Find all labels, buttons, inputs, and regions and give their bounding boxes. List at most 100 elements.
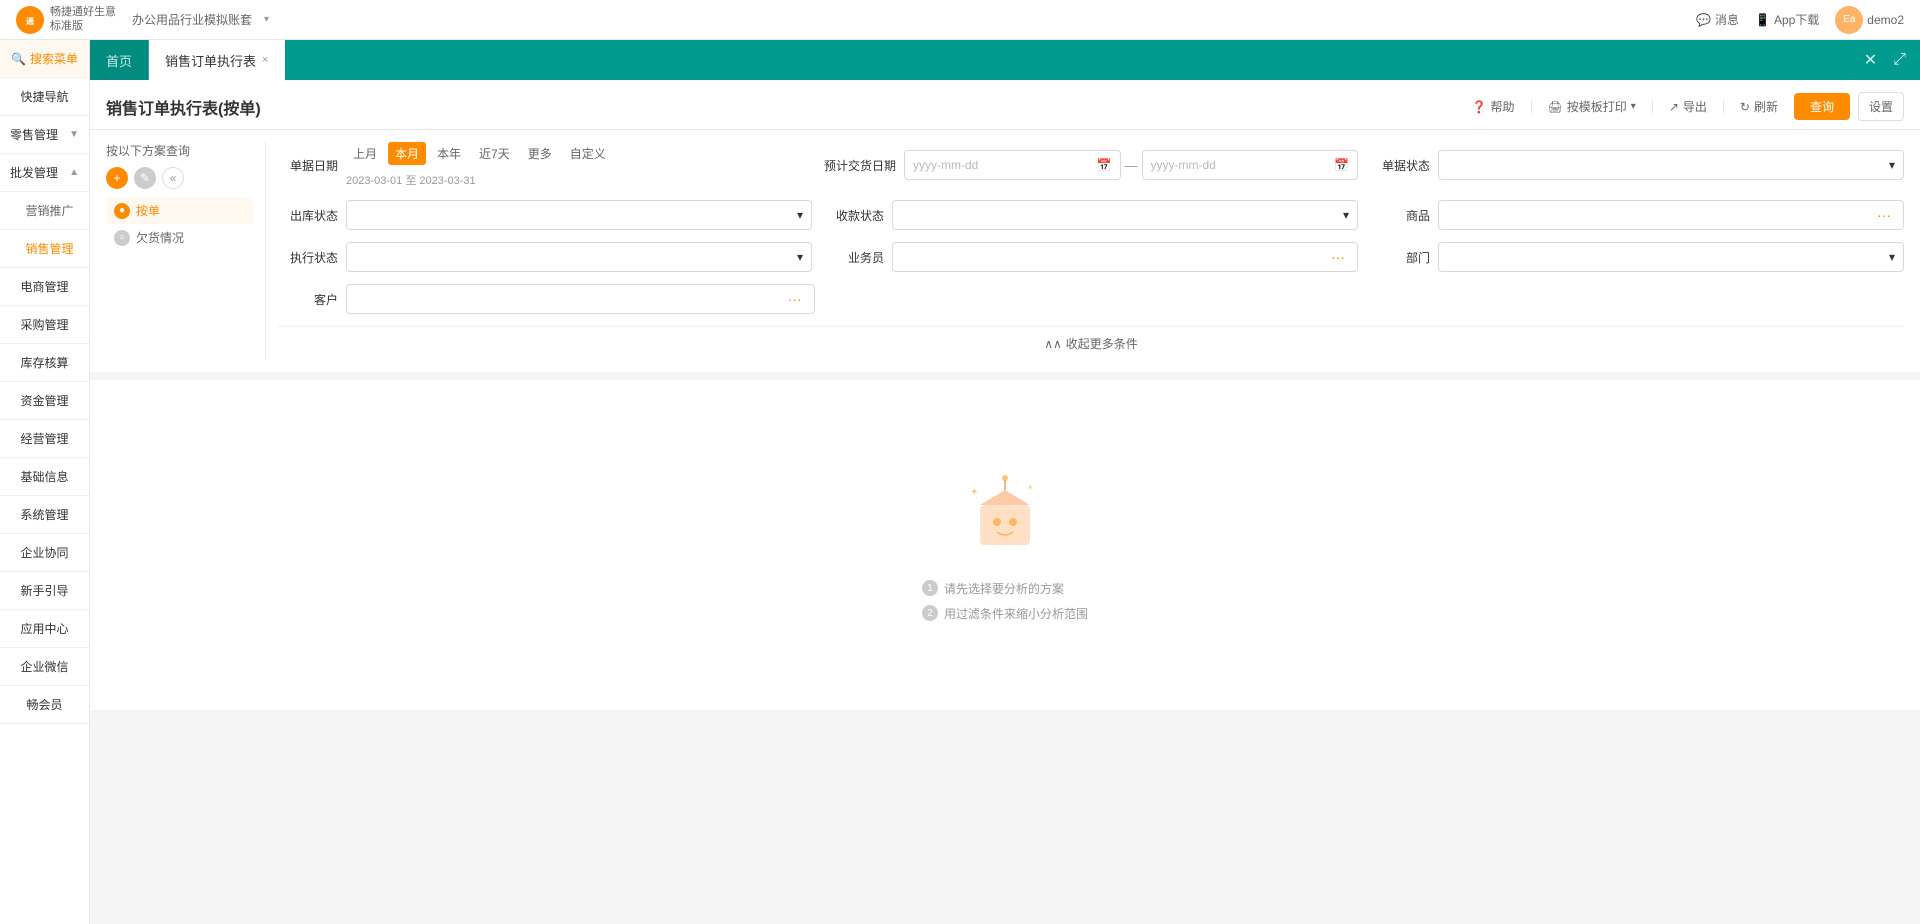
delivery-status-field: 出库状态 ▾ [278,200,812,230]
print-dropdown-icon: ▾ [1631,101,1636,112]
payment-status-field: 收款状态 ▾ [824,200,1358,230]
document-status-field: 单据状态 ▾ [1370,150,1904,180]
sidebar-item-enterprise[interactable]: 企业协同 [0,534,89,572]
department-label: 部门 [1370,249,1430,266]
payment-status-select[interactable]: ▾ [892,200,1358,230]
sidebar-item-retail[interactable]: 零售管理 ▼ [0,116,89,154]
department-field: 部门 ▾ [1370,242,1904,272]
sidebar-item-basic-info[interactable]: 基础信息 [0,458,89,496]
date-btn-last-month[interactable]: 上月 [346,142,384,165]
sidebar-item-quick-nav[interactable]: 快捷导航 [0,78,89,116]
document-status-select[interactable]: ▾ [1438,150,1904,180]
chevron-up-icon: ▲ [69,167,79,178]
date-range-text: 2023-03-01 至 2023-03-31 [346,172,812,188]
expected-date-field: 预计交货日期 yyyy-mm-dd 📅 — yyyy-mm-dd [824,150,1358,180]
tab-sales-order[interactable]: 销售订单执行表 × [149,40,285,80]
expected-date-start[interactable]: yyyy-mm-dd 📅 [904,150,1121,180]
help-button[interactable]: ❓ 帮助 [1464,94,1523,119]
tab-bar-actions: ✕ ⤢ [1850,46,1920,74]
sidebar-item-wechat[interactable]: 企业微信 [0,648,89,686]
top-header: 通 畅捷通好生意 标准版 办公用品行业模拟账套 ▾ 💬 消息 📱 App下载 E… [0,0,1920,40]
query-button[interactable]: 查询 [1794,93,1850,120]
header-left: 通 畅捷通好生意 标准版 办公用品行业模拟账套 ▾ [16,6,269,34]
collapse-sidebar-button[interactable]: « [162,167,184,189]
filter-form: 单据日期 上月 本月 本年 近7天 更多 自定义 [278,142,1904,360]
customer-more-icon[interactable]: ··· [784,291,806,307]
tab-home[interactable]: 首页 [90,40,149,80]
sidebar-item-system[interactable]: 系统管理 [0,496,89,534]
scheme-option-shortage[interactable]: ○ 欠货情况 [106,224,253,251]
sidebar-item-finance[interactable]: 资金管理 [0,382,89,420]
message-action[interactable]: 💬 消息 [1696,11,1739,28]
salesperson-label: 业务员 [824,249,884,266]
window-maximize-icon[interactable]: ⤢ [1889,47,1910,73]
product-more-icon[interactable]: ··· [1873,207,1895,223]
svg-text:通: 通 [26,16,34,26]
user-action[interactable]: Ea demo2 [1835,6,1904,34]
divider2 [1652,100,1653,114]
sidebar-item-ecommerce[interactable]: 电商管理 [0,268,89,306]
salesperson-input[interactable]: ··· [892,242,1358,272]
filter-row-2: 出库状态 ▾ 收款状态 ▾ [278,200,1904,230]
sidebar-item-purchase[interactable]: 采购管理 [0,306,89,344]
execution-status-select[interactable]: ▾ [346,242,812,272]
edit-scheme-button[interactable]: ✎ [134,167,156,189]
sidebar-item-search[interactable]: 🔍 搜索菜单 [0,40,89,78]
tab-close-icon[interactable]: × [262,54,268,66]
delivery-status-select[interactable]: ▾ [346,200,812,230]
date-btn-this-month[interactable]: 本月 [388,142,426,165]
sidebar-item-member[interactable]: 畅会员 [0,686,89,724]
refresh-button[interactable]: ↻ 刷新 [1732,94,1786,119]
collapse-up-icon: ∧∧ [1044,337,1062,351]
date-btn-last7[interactable]: 近7天 [472,142,517,165]
date-separator: — [1125,158,1138,173]
sidebar-item-marketing[interactable]: 营销推广 [0,192,89,230]
page-header-row: 销售订单执行表(按单) ❓ 帮助 🖨 按模板打印 ▾ [106,92,1904,129]
sidebar-item-guide[interactable]: 新手引导 [0,572,89,610]
template-print-button[interactable]: 🖨 按模板打印 ▾ [1540,94,1644,119]
date-btn-custom[interactable]: 自定义 [563,142,613,165]
app-download-action[interactable]: 📱 App下载 [1755,11,1819,28]
scheme-option2-icon: ○ [114,230,130,246]
delivery-status-label: 出库状态 [278,207,338,224]
date-btn-this-year[interactable]: 本年 [430,142,468,165]
print-icon: 🖨 [1548,100,1563,114]
select-arrow-icon-4: ▾ [797,250,803,264]
empty-state: ✦ ✦ 1 请先选择要分析的方案 2 [90,380,1920,710]
sidebar-item-sales[interactable]: 销售管理 [0,230,89,268]
logo-area: 通 畅捷通好生意 标准版 [16,6,116,34]
breadcrumb-dropdown-icon[interactable]: ▾ [264,14,269,25]
sidebar-item-operations[interactable]: 经营管理 [0,420,89,458]
expected-date-end[interactable]: yyyy-mm-dd 📅 [1142,150,1359,180]
select-arrow-icon-5: ▾ [1889,250,1895,264]
svg-text:✦: ✦ [970,487,978,498]
sidebar-item-wholesale[interactable]: 批发管理 ▲ [0,154,89,192]
logo-text: 畅捷通好生意 标准版 [50,6,116,32]
export-button[interactable]: ↗ 导出 [1661,94,1715,119]
empty-illustration: ✦ ✦ [955,460,1055,560]
filter-sidebar-title: 按以下方案查询 [106,142,253,159]
help-icon: ❓ [1472,100,1487,114]
logo-icon: 通 [16,6,44,34]
customer-input[interactable]: ··· [346,284,815,314]
scheme-option-order[interactable]: ● 按单 [106,197,253,224]
document-date-field: 单据日期 上月 本月 本年 近7天 更多 自定义 [278,142,812,188]
settings-button[interactable]: 设置 [1858,92,1904,121]
salesperson-more-icon[interactable]: ··· [1327,249,1349,265]
select-arrow-icon-3: ▾ [1343,208,1349,222]
download-icon: 📱 [1755,13,1770,27]
collapse-button[interactable]: ∧∧ 收起更多条件 [278,326,1904,360]
sidebar-item-inventory[interactable]: 库存核算 [0,344,89,382]
tip-num-2: 2 [922,605,938,621]
add-scheme-button[interactable]: + [106,167,128,189]
customer-field: 客户 ··· [278,284,815,314]
window-close-icon[interactable]: ✕ [1860,46,1881,74]
expected-date-label: 预计交货日期 [824,157,896,174]
department-select[interactable]: ▾ [1438,242,1904,272]
product-input[interactable]: ··· [1438,200,1904,230]
filter-sidebar-actions: + ✎ « [106,167,253,189]
execution-status-label: 执行状态 [278,249,338,266]
date-btn-more[interactable]: 更多 [521,142,559,165]
payment-status-label: 收款状态 [824,207,884,224]
sidebar-item-app-center[interactable]: 应用中心 [0,610,89,648]
